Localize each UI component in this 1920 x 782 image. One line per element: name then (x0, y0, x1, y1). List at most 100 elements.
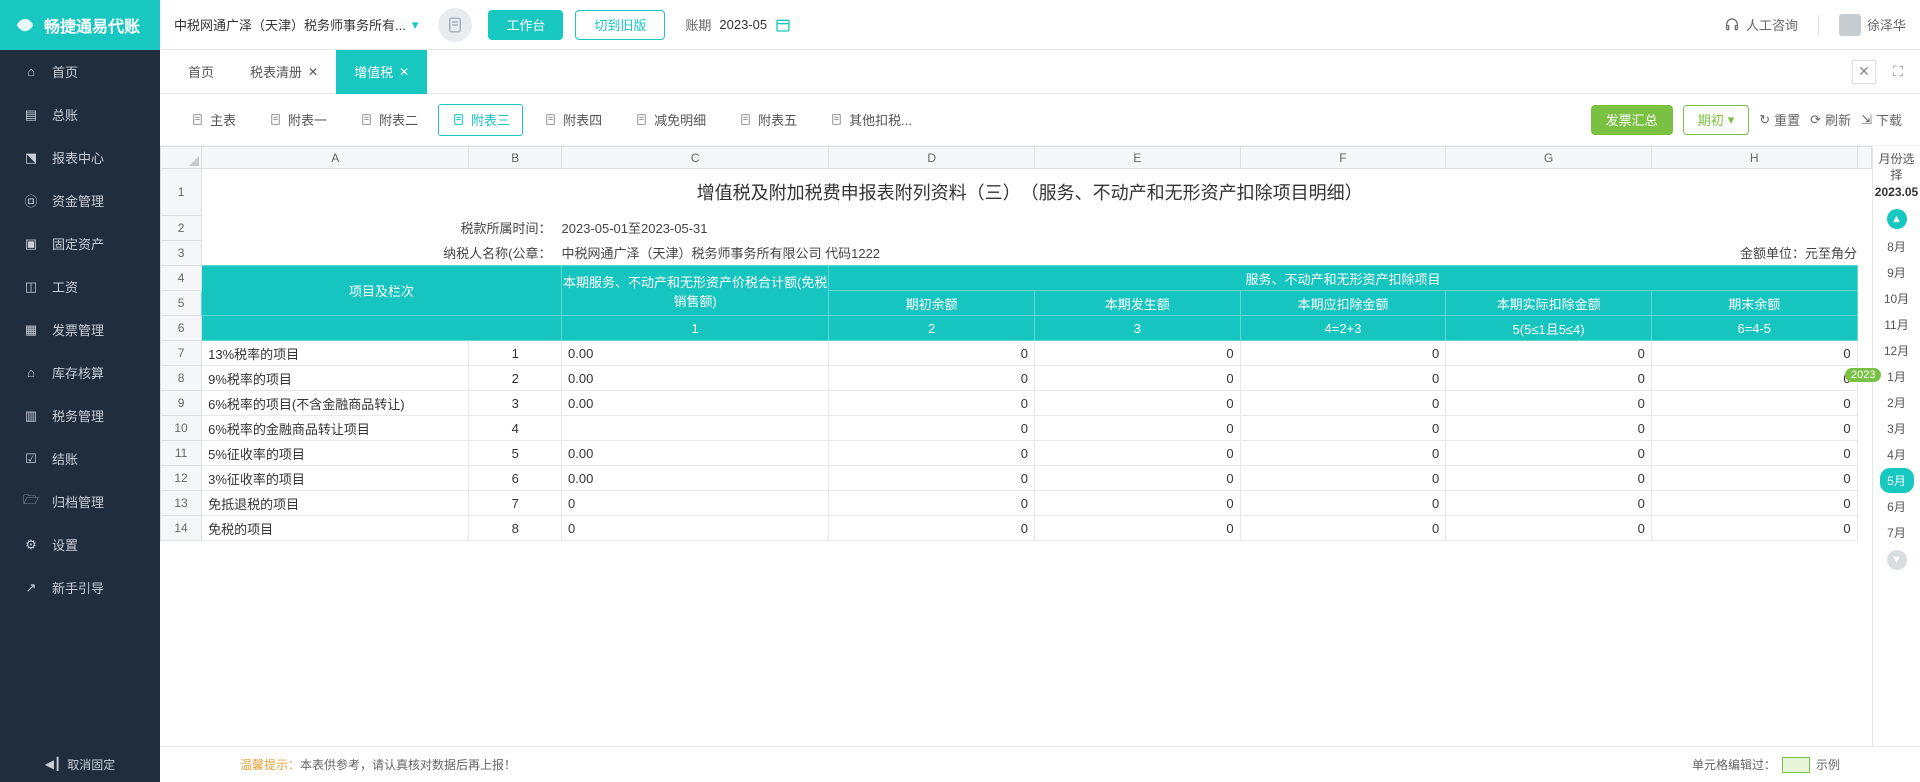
tab-close-button[interactable]: ✕ (1852, 60, 1876, 84)
month-option[interactable]: 7月 (1880, 520, 1914, 545)
cell[interactable]: 0 (829, 466, 1035, 491)
col-header[interactable]: D (829, 147, 1035, 169)
col-header[interactable]: B (469, 147, 562, 169)
sidebar-item-12[interactable]: ↗新手引导 (0, 566, 160, 609)
cell[interactable]: 0 (829, 516, 1035, 541)
col-header[interactable]: C (562, 147, 829, 169)
company-selector[interactable]: 中税网通广泽（天津）税务师事务所有... ▾ (174, 15, 418, 34)
cell[interactable]: 0 (829, 441, 1035, 466)
cell[interactable]: 0.00 (562, 341, 829, 366)
cell[interactable]: 0 (1034, 341, 1240, 366)
doc-icon-button[interactable] (438, 8, 472, 42)
cell[interactable]: 0 (1446, 516, 1652, 541)
period-start-button[interactable]: 期初▾ (1683, 105, 1750, 135)
col-header[interactable]: G (1446, 147, 1652, 169)
subtab-4[interactable]: 附表四 (531, 104, 614, 136)
cell[interactable]: 0 (1034, 466, 1240, 491)
cell[interactable]: 0 (1651, 491, 1857, 516)
sidebar-item-11[interactable]: ⚙设置 (0, 523, 160, 566)
cell[interactable]: 0 (829, 416, 1035, 441)
cell[interactable]: 0.00 (562, 441, 829, 466)
cell[interactable]: 0 (562, 491, 829, 516)
user-menu[interactable]: 徐泽华 (1839, 14, 1906, 36)
cell[interactable]: 0 (1240, 366, 1446, 391)
sidebar-item-7[interactable]: ⌂库存核算 (0, 351, 160, 394)
sidebar-item-3[interactable]: ㉤资金管理 (0, 179, 160, 222)
invoice-summary-button[interactable]: 发票汇总 (1591, 105, 1673, 135)
cell[interactable]: 0 (1651, 341, 1857, 366)
col-header[interactable]: E (1034, 147, 1240, 169)
cell[interactable]: 0 (1446, 466, 1652, 491)
cell[interactable]: 0 (829, 341, 1035, 366)
tab-expand-button[interactable]: ⛶ (1886, 60, 1910, 84)
cell[interactable]: 0.00 (562, 366, 829, 391)
workspace-button[interactable]: 工作台 (488, 10, 563, 40)
cell[interactable]: 0 (1034, 516, 1240, 541)
cell[interactable]: 0 (829, 366, 1035, 391)
cell[interactable]: 0 (1446, 341, 1652, 366)
cell[interactable]: 0.00 (562, 466, 829, 491)
cell[interactable]: 0 (1034, 441, 1240, 466)
cell[interactable]: 0 (1034, 416, 1240, 441)
month-option[interactable]: 9月 (1880, 260, 1914, 285)
sidebar-item-5[interactable]: ◫工资 (0, 265, 160, 308)
sidebar-item-0[interactable]: ⌂首页 (0, 50, 160, 93)
period-value[interactable]: 2023-05 (719, 17, 767, 32)
month-option[interactable]: 8月 (1880, 234, 1914, 259)
subtab-5[interactable]: 减免明细 (622, 104, 718, 136)
subtab-1[interactable]: 附表一 (256, 104, 339, 136)
cell[interactable]: 0 (829, 391, 1035, 416)
cell[interactable]: 0 (1651, 516, 1857, 541)
sidebar-item-6[interactable]: ▦发票管理 (0, 308, 160, 351)
cell[interactable]: 0 (1240, 416, 1446, 441)
sidebar-item-2[interactable]: ⬔报表中心 (0, 136, 160, 179)
cell[interactable]: 0 (1034, 366, 1240, 391)
close-icon[interactable]: ✕ (399, 65, 409, 79)
cell[interactable]: 0 (829, 491, 1035, 516)
cell[interactable]: 0 (1651, 391, 1857, 416)
cell[interactable]: 0 (1651, 441, 1857, 466)
calendar-icon[interactable] (775, 17, 791, 33)
switch-old-button[interactable]: 切到旧版 (575, 10, 665, 40)
cell[interactable]: 0 (1446, 391, 1652, 416)
col-header[interactable]: H (1651, 147, 1857, 169)
month-up-button[interactable]: ▲ (1887, 209, 1907, 229)
month-option[interactable]: 1月 (1880, 364, 1914, 389)
download-link[interactable]: ⇲下载 (1861, 110, 1902, 129)
cell[interactable]: 0 (1651, 416, 1857, 441)
cell[interactable]: 0 (1240, 341, 1446, 366)
subtab-6[interactable]: 附表五 (726, 104, 809, 136)
tab-2[interactable]: 增值税✕ (336, 50, 427, 94)
sidebar-item-4[interactable]: ▣固定资产 (0, 222, 160, 265)
subtab-2[interactable]: 附表二 (347, 104, 430, 136)
cell[interactable]: 0 (1240, 466, 1446, 491)
refresh-link[interactable]: ⟳刷新 (1810, 110, 1851, 129)
spreadsheet[interactable]: ABCDEFGH1增值税及附加税费申报表附列资料（三） （服务、不动产和无形资产… (160, 146, 1872, 746)
reset-link[interactable]: ↻重置 (1759, 110, 1800, 129)
col-header[interactable]: F (1240, 147, 1446, 169)
unpin-button[interactable]: ◀┃ 取消固定 (0, 746, 160, 782)
subtab-0[interactable]: 主表 (178, 104, 248, 136)
month-option[interactable]: 11月 (1880, 312, 1914, 337)
month-option[interactable]: 6月 (1880, 494, 1914, 519)
tab-0[interactable]: 首页 (170, 50, 232, 94)
cell[interactable]: 0 (1651, 466, 1857, 491)
sidebar-item-10[interactable]: 🗁归档管理 (0, 480, 160, 523)
cell[interactable]: 0 (1240, 441, 1446, 466)
sidebar-item-1[interactable]: ▤总账 (0, 93, 160, 136)
cell[interactable]: 0 (562, 516, 829, 541)
cell[interactable]: 0.00 (562, 391, 829, 416)
month-option[interactable]: 10月 (1880, 286, 1914, 311)
tab-1[interactable]: 税表清册✕ (232, 50, 336, 94)
sidebar-item-9[interactable]: ☑结账 (0, 437, 160, 480)
month-option[interactable]: 3月 (1880, 416, 1914, 441)
subtab-7[interactable]: 其他扣税... (817, 104, 924, 136)
cell[interactable]: 0 (1651, 366, 1857, 391)
month-option[interactable]: 2月 (1880, 390, 1914, 415)
cell[interactable] (562, 416, 829, 441)
cell[interactable]: 0 (1446, 366, 1652, 391)
cell[interactable]: 0 (1446, 441, 1652, 466)
month-option[interactable]: 5月 (1880, 468, 1914, 493)
cell[interactable]: 0 (1240, 516, 1446, 541)
cell[interactable]: 0 (1034, 391, 1240, 416)
